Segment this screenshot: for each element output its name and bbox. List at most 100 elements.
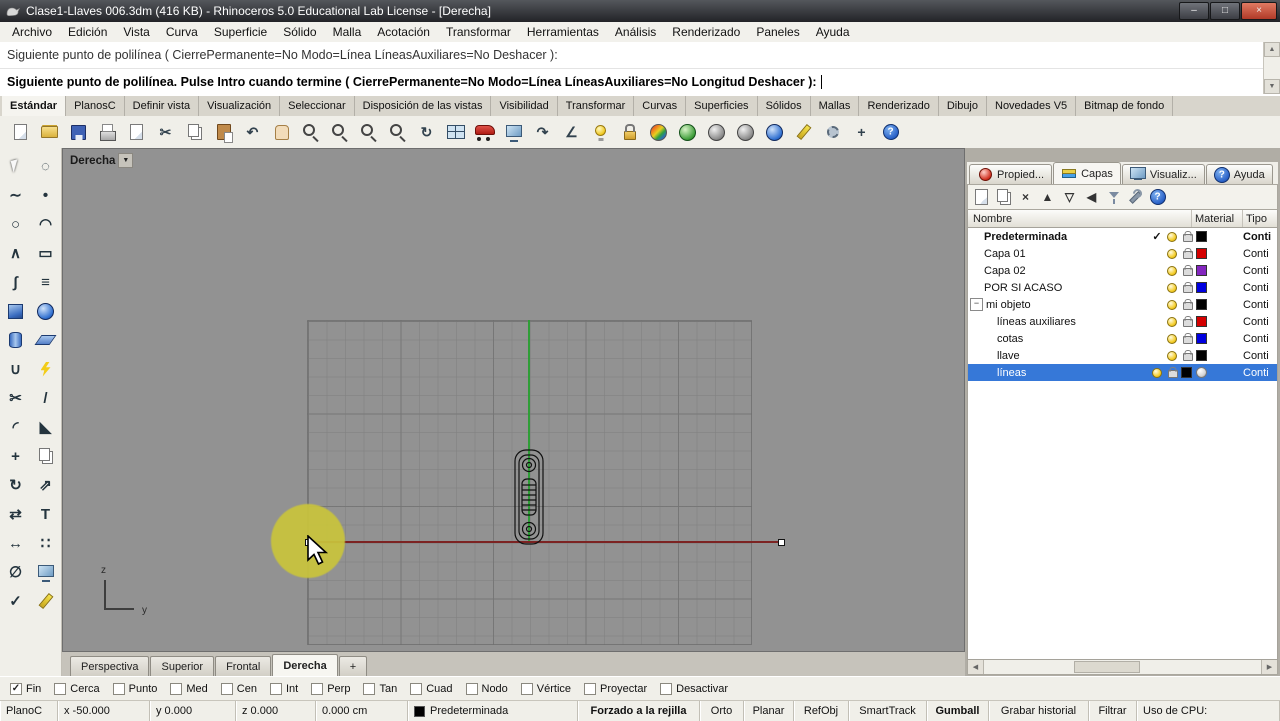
layer-row[interactable]: Capa 02 Conti bbox=[968, 262, 1277, 279]
minimize-button[interactable]: – bbox=[1179, 2, 1209, 20]
osnap-toggle[interactable]: Perp bbox=[311, 682, 350, 695]
help-icon[interactable] bbox=[878, 120, 903, 145]
layer-visibility-bulb-icon[interactable] bbox=[1164, 330, 1180, 347]
tree-expander-icon[interactable] bbox=[983, 316, 994, 327]
layer-visibility-bulb-icon[interactable] bbox=[1164, 279, 1180, 296]
new-file-icon[interactable] bbox=[8, 120, 33, 145]
chamfer-icon[interactable]: ◣ bbox=[33, 414, 59, 440]
viewport-derecha[interactable]: Derecha ▼ z y bbox=[62, 148, 965, 652]
scrollbar-track[interactable] bbox=[984, 660, 1261, 674]
command-prompt-line[interactable]: Siguiente punto de polilínea. Pulse Intr… bbox=[0, 69, 1280, 95]
grid-snap-toggle[interactable]: Forzado a la rejilla bbox=[578, 701, 700, 721]
tree-expander-icon[interactable] bbox=[970, 248, 981, 259]
rectangle-icon[interactable]: ▭ bbox=[33, 240, 59, 266]
layer-linetype-cell[interactable]: Conti bbox=[1243, 350, 1277, 362]
osnap-toggle[interactable]: Fin bbox=[10, 682, 41, 695]
scale-icon[interactable]: ⇗ bbox=[33, 472, 59, 498]
titlebar[interactable]: Clase1-Llaves 006.3dm (416 KB) - Rhinoce… bbox=[0, 0, 1280, 22]
toolbar-tab[interactable]: Bitmap de fondo bbox=[1076, 96, 1174, 116]
layer-linetype-cell[interactable]: Conti bbox=[1243, 316, 1277, 328]
scrollbar-thumb[interactable] bbox=[1074, 661, 1140, 673]
layer-visibility-bulb-icon[interactable] bbox=[1164, 313, 1180, 330]
tree-expander-icon[interactable] bbox=[983, 333, 994, 344]
layer-color-swatch[interactable] bbox=[1196, 282, 1207, 293]
layer-lock-icon[interactable] bbox=[1180, 262, 1196, 279]
mirror-icon[interactable]: ⇄ bbox=[3, 501, 29, 527]
select-icon[interactable] bbox=[3, 153, 29, 179]
layer-visibility-bulb-icon[interactable] bbox=[1164, 296, 1180, 313]
paste-icon[interactable] bbox=[211, 120, 236, 145]
origin-axes-icon[interactable]: + bbox=[849, 120, 874, 145]
menu-item[interactable]: Paneles bbox=[748, 23, 807, 41]
fillet-icon[interactable]: ◜ bbox=[3, 414, 29, 440]
toolbar-tab[interactable]: Visualización bbox=[199, 96, 281, 116]
menu-item[interactable]: Superficie bbox=[206, 23, 275, 41]
layer-visibility-bulb-icon[interactable] bbox=[1149, 364, 1165, 381]
layer-lock-icon[interactable] bbox=[1165, 364, 1181, 381]
menu-item[interactable]: Archivo bbox=[4, 23, 60, 41]
layer-visibility-bulb-icon[interactable] bbox=[1164, 347, 1180, 364]
new-sublayer-icon[interactable] bbox=[994, 188, 1013, 207]
move-down-icon[interactable]: ▽ bbox=[1060, 188, 1079, 207]
command-area[interactable]: Siguiente punto de polilínea ( CierrePer… bbox=[0, 42, 1280, 100]
checkbox-icon[interactable] bbox=[54, 682, 67, 695]
viewport-title[interactable]: Derecha bbox=[70, 155, 115, 167]
ghosted-display-icon[interactable] bbox=[704, 120, 729, 145]
save-icon[interactable] bbox=[66, 120, 91, 145]
viewport-tab[interactable]: Frontal bbox=[215, 656, 272, 676]
zoom-selected-icon[interactable] bbox=[356, 120, 381, 145]
layer-row[interactable]: líneas Conti bbox=[968, 364, 1277, 381]
layer-row[interactable]: Capa 01 Conti bbox=[968, 245, 1277, 262]
array-icon[interactable]: ∷ bbox=[33, 530, 59, 556]
panel-help-icon[interactable] bbox=[1148, 188, 1167, 207]
cut-icon[interactable]: ✂ bbox=[153, 120, 178, 145]
tab-capas[interactable]: Capas bbox=[1053, 162, 1121, 184]
planar-toggle[interactable]: Planar bbox=[744, 701, 794, 721]
llave-object[interactable] bbox=[512, 448, 546, 546]
layer-lock-icon[interactable] bbox=[1180, 228, 1196, 245]
layer-visibility-bulb-icon[interactable] bbox=[1164, 228, 1180, 245]
menu-item[interactable]: Vista bbox=[115, 23, 157, 41]
rendered-display-icon[interactable] bbox=[762, 120, 787, 145]
scroll-up-icon[interactable] bbox=[1264, 42, 1280, 57]
osnap-toggle[interactable]: Tan bbox=[363, 682, 397, 695]
circle-icon[interactable]: ○ bbox=[3, 211, 29, 237]
viewport-tab[interactable]: Derecha bbox=[272, 654, 338, 676]
layer-visibility-bulb-icon[interactable] bbox=[1164, 262, 1180, 279]
sphere-icon[interactable] bbox=[33, 298, 59, 324]
point-icon[interactable]: • bbox=[33, 182, 59, 208]
car-demo-icon[interactable] bbox=[472, 120, 497, 145]
checkbox-icon[interactable] bbox=[660, 682, 673, 695]
layer-color-swatch[interactable] bbox=[1196, 248, 1207, 259]
toolbar-tab[interactable]: Disposición de las vistas bbox=[355, 96, 492, 116]
tree-expander-icon[interactable] bbox=[983, 367, 994, 378]
rotate-view-icon[interactable]: ↻ bbox=[414, 120, 439, 145]
tree-expander-icon[interactable] bbox=[970, 265, 981, 276]
toolbar-tab[interactable]: Renderizado bbox=[859, 96, 939, 116]
layer-list[interactable]: Predeterminada ✓ Conti Capa 01 Conti Cap… bbox=[967, 228, 1278, 660]
layer-lock-icon[interactable] bbox=[1180, 279, 1196, 296]
layer-row[interactable]: cotas Conti bbox=[968, 330, 1277, 347]
toolbar-tab[interactable]: Visibilidad bbox=[491, 96, 558, 116]
osnap-toggle[interactable]: Proyectar bbox=[584, 682, 647, 695]
layer-color-swatch[interactable] bbox=[1196, 299, 1207, 310]
current-layer[interactable]: Predeterminada bbox=[408, 701, 578, 721]
viewport-layout-icon[interactable] bbox=[443, 120, 468, 145]
scroll-right-icon[interactable] bbox=[1261, 660, 1277, 674]
layer-row[interactable]: líneas auxiliares Conti bbox=[968, 313, 1277, 330]
toolbar-tab[interactable]: Estándar bbox=[2, 96, 67, 116]
offset-icon[interactable]: ≡ bbox=[33, 269, 59, 295]
checkbox-icon[interactable] bbox=[520, 682, 533, 695]
osnap-toggle[interactable]: Int bbox=[269, 682, 298, 695]
toolbar-tab[interactable]: Superficies bbox=[686, 96, 758, 116]
z-coordinate[interactable]: z 0.000 bbox=[236, 701, 316, 721]
xray-display-icon[interactable] bbox=[733, 120, 758, 145]
tab-propiedades[interactable]: Propied... bbox=[969, 164, 1053, 184]
tab-ayuda[interactable]: Ayuda bbox=[1205, 164, 1273, 184]
checkbox-icon[interactable] bbox=[363, 682, 376, 695]
print-icon[interactable] bbox=[95, 120, 120, 145]
osnap-toggle[interactable]: Desactivar bbox=[660, 682, 728, 695]
record-history-toggle[interactable]: Grabar historial bbox=[989, 701, 1089, 721]
current-layer-check-icon[interactable]: ✓ bbox=[1150, 230, 1164, 243]
layer-row[interactable]: llave Conti bbox=[968, 347, 1277, 364]
